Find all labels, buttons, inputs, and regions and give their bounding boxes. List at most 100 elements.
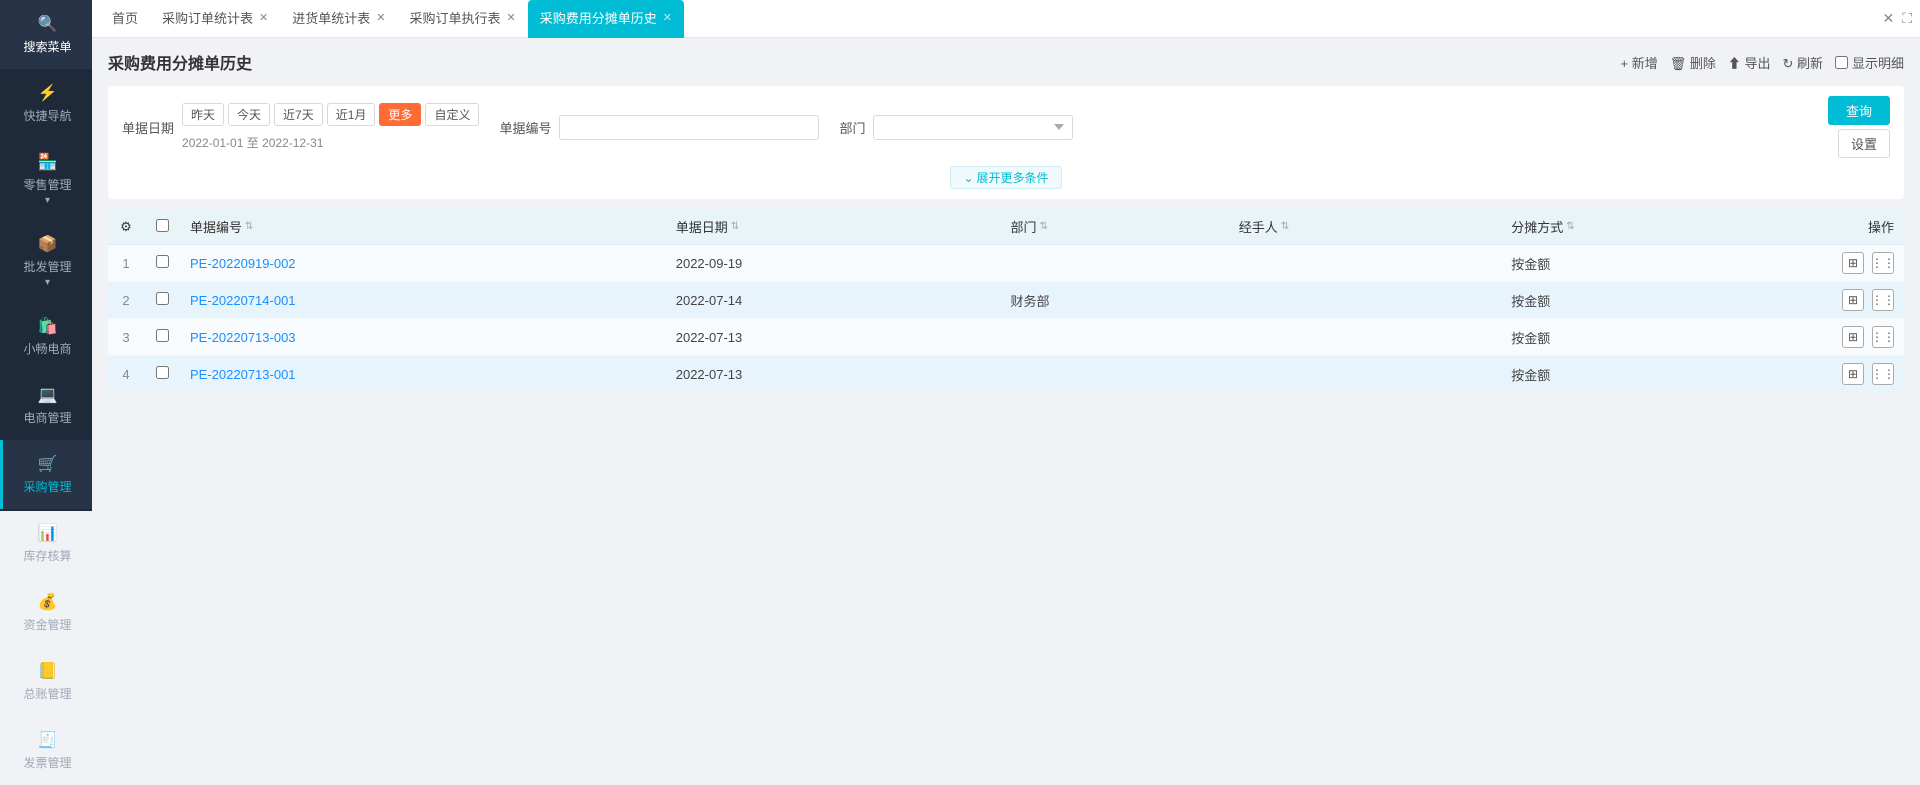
tab-home[interactable]: 首页	[100, 0, 150, 38]
row-doc-no-1: PE-20220714-001	[180, 282, 666, 319]
wholesale-icon: 📦	[38, 234, 58, 254]
doc-no-filter-group: 单据编号	[499, 115, 819, 140]
sidebar-item-wholesale[interactable]: 📦 批发管理	[0, 220, 92, 302]
tab-purchase-cost[interactable]: 采购费用分摊单历史 ✕	[528, 0, 684, 38]
tab-purchase-cost-label: 采购费用分摊单历史	[540, 8, 657, 27]
row-checkbox-2	[144, 319, 180, 356]
table-header-row: ⚙ 单据编号 ⇅ 单据日期	[108, 209, 1904, 245]
row-handler-3	[1229, 356, 1501, 393]
sidebar-item-quick-nav[interactable]: ⚡ 快捷导航	[0, 69, 92, 138]
table-body: 1 PE-20220919-002 2022-09-19 按金额 ⊞ ⋮⋮ 2 …	[108, 245, 1904, 393]
row-dept-3	[1000, 356, 1228, 393]
th-doc-no: 单据编号 ⇅	[180, 209, 666, 245]
maximize-icon[interactable]: ⛶	[1902, 10, 1912, 27]
tab-purchase-stat-close[interactable]: ✕	[259, 11, 268, 24]
date-range: 2022-01-01 至 2022-12-31	[182, 134, 479, 151]
tab-purchase-stat[interactable]: 采购订单统计表 ✕	[150, 0, 280, 38]
add-button[interactable]: + 新增	[1621, 53, 1658, 72]
show-columns-checkbox[interactable]	[1835, 56, 1848, 69]
tab-home-label: 首页	[112, 8, 138, 27]
row-view-icon-1[interactable]: ⊞	[1842, 289, 1864, 311]
sidebar-item-invoice[interactable]: 🧾 发票管理	[0, 716, 92, 785]
date-btns: 昨天 今天 近7天 近1月 更多 自定义	[182, 103, 479, 126]
export-button[interactable]: ⬆ 导出	[1728, 53, 1771, 72]
dept-select[interactable]: 财务部	[873, 115, 1073, 140]
row-split-method-0: 按金额	[1501, 245, 1824, 282]
date-btn-custom[interactable]: 自定义	[425, 103, 479, 126]
sidebar-item-retail[interactable]: 🏪 零售管理	[0, 138, 92, 220]
th-action-label: 操作	[1868, 220, 1894, 235]
row-view-icon-3[interactable]: ⊞	[1842, 363, 1864, 385]
row-view-icon-2[interactable]: ⊞	[1842, 326, 1864, 348]
expand-more-btn[interactable]: ⌄ 展开更多条件	[950, 166, 1061, 189]
sidebar-item-label: 搜索菜单	[23, 38, 71, 55]
search-icon: 🔍	[38, 14, 58, 34]
date-btn-more[interactable]: 更多	[379, 103, 421, 126]
table-row: 2 PE-20220714-001 2022-07-14 财务部 按金额 ⊞ ⋮…	[108, 282, 1904, 319]
date-btn-7days[interactable]: 近7天	[274, 103, 323, 126]
sidebar-item-label: 库存核算	[23, 547, 71, 564]
doc-no-input[interactable]	[559, 115, 819, 140]
sort-dept-icon[interactable]: ⇅	[1039, 221, 1047, 232]
sidebar-item-micro-shop[interactable]: 🛍️ 小畅电商	[0, 302, 92, 371]
table-wrap: ⚙ 单据编号 ⇅ 单据日期	[108, 209, 1904, 393]
table-row: 1 PE-20220919-002 2022-09-19 按金额 ⊞ ⋮⋮	[108, 245, 1904, 282]
ecom-icon: 💻	[38, 385, 58, 405]
sidebar-item-finance[interactable]: 💰 资金管理	[0, 578, 92, 647]
tab-receive-stat-close[interactable]: ✕	[376, 11, 385, 24]
row-checkbox-1	[144, 282, 180, 319]
th-doc-date-label: 单据日期	[676, 217, 728, 236]
delete-button[interactable]: 🗑 删除	[1670, 53, 1716, 72]
tab-receive-stat[interactable]: 进货单统计表 ✕	[280, 0, 397, 38]
tab-purchase-exec[interactable]: 采购订单执行表 ✕	[397, 0, 527, 38]
select-all-checkbox[interactable]	[156, 219, 169, 232]
sidebar-item-label: 发票管理	[23, 754, 71, 771]
row-view-icon-0[interactable]: ⊞	[1842, 252, 1864, 274]
table-row: 3 PE-20220713-003 2022-07-13 按金额 ⊞ ⋮⋮	[108, 319, 1904, 356]
th-dept: 部门 ⇅	[1000, 209, 1228, 245]
tab-purchase-exec-label: 采购订单执行表	[409, 8, 500, 27]
date-btn-yesterday[interactable]: 昨天	[182, 103, 224, 126]
close-all-tabs-icon[interactable]: ✕	[1882, 10, 1894, 27]
date-btn-1month[interactable]: 近1月	[327, 103, 376, 126]
sidebar-item-ecom[interactable]: 💻 电商管理	[0, 371, 92, 440]
search-setting-group: 查询 设置	[1828, 96, 1890, 158]
inventory-icon: 📊	[38, 523, 58, 543]
sidebar-item-inventory[interactable]: 📊 库存核算	[0, 509, 92, 578]
row-doc-date-2: 2022-07-13	[666, 319, 1001, 356]
purchase-icon: 🛒	[38, 454, 58, 474]
date-btn-today[interactable]: 今天	[228, 103, 270, 126]
sort-doc-no-icon[interactable]: ⇅	[245, 221, 253, 232]
sidebar-item-search[interactable]: 🔍 搜索菜单	[0, 0, 92, 69]
row-num-0: 1	[108, 245, 144, 282]
sidebar-item-ledger[interactable]: 📒 总账管理	[0, 647, 92, 716]
settings-icon[interactable]: ⚙	[120, 219, 132, 234]
row-more-icon-2[interactable]: ⋮⋮	[1872, 326, 1894, 348]
tab-purchase-exec-close[interactable]: ✕	[507, 11, 516, 24]
sort-split-method-icon[interactable]: ⇅	[1566, 221, 1574, 232]
setting-button[interactable]: 设置	[1838, 129, 1890, 158]
retail-icon: 🏪	[38, 152, 58, 172]
show-columns-label: 显示明细	[1835, 53, 1904, 72]
refresh-button[interactable]: ↻ 刷新	[1782, 53, 1823, 72]
dept-filter-label: 部门	[839, 118, 865, 137]
row-checkbox-0	[144, 245, 180, 282]
row-checkbox-3	[144, 356, 180, 393]
sidebar-item-label: 资金管理	[23, 616, 71, 633]
sidebar-item-label: 电商管理	[23, 409, 71, 426]
tab-purchase-cost-close[interactable]: ✕	[663, 11, 672, 24]
row-dept-1: 财务部	[1000, 282, 1228, 319]
sort-doc-date-icon[interactable]: ⇅	[731, 221, 739, 232]
sidebar-item-label: 总账管理	[23, 685, 71, 702]
row-more-icon-1[interactable]: ⋮⋮	[1872, 289, 1894, 311]
finance-icon: 💰	[38, 592, 58, 612]
row-handler-2	[1229, 319, 1501, 356]
search-button[interactable]: 查询	[1828, 96, 1890, 125]
th-checkbox	[144, 209, 180, 245]
row-more-icon-3[interactable]: ⋮⋮	[1872, 363, 1894, 385]
sort-handler-icon[interactable]: ⇅	[1281, 221, 1289, 232]
sidebar: 🔍 搜索菜单 ⚡ 快捷导航 🏪 零售管理 📦 批发管理 🛍️ 小畅电商 💻 电商…	[0, 0, 92, 511]
sidebar-item-purchase[interactable]: 🛒 采购管理	[0, 440, 92, 509]
row-more-icon-0[interactable]: ⋮⋮	[1872, 252, 1894, 274]
row-actions-2: ⊞ ⋮⋮	[1824, 319, 1904, 356]
